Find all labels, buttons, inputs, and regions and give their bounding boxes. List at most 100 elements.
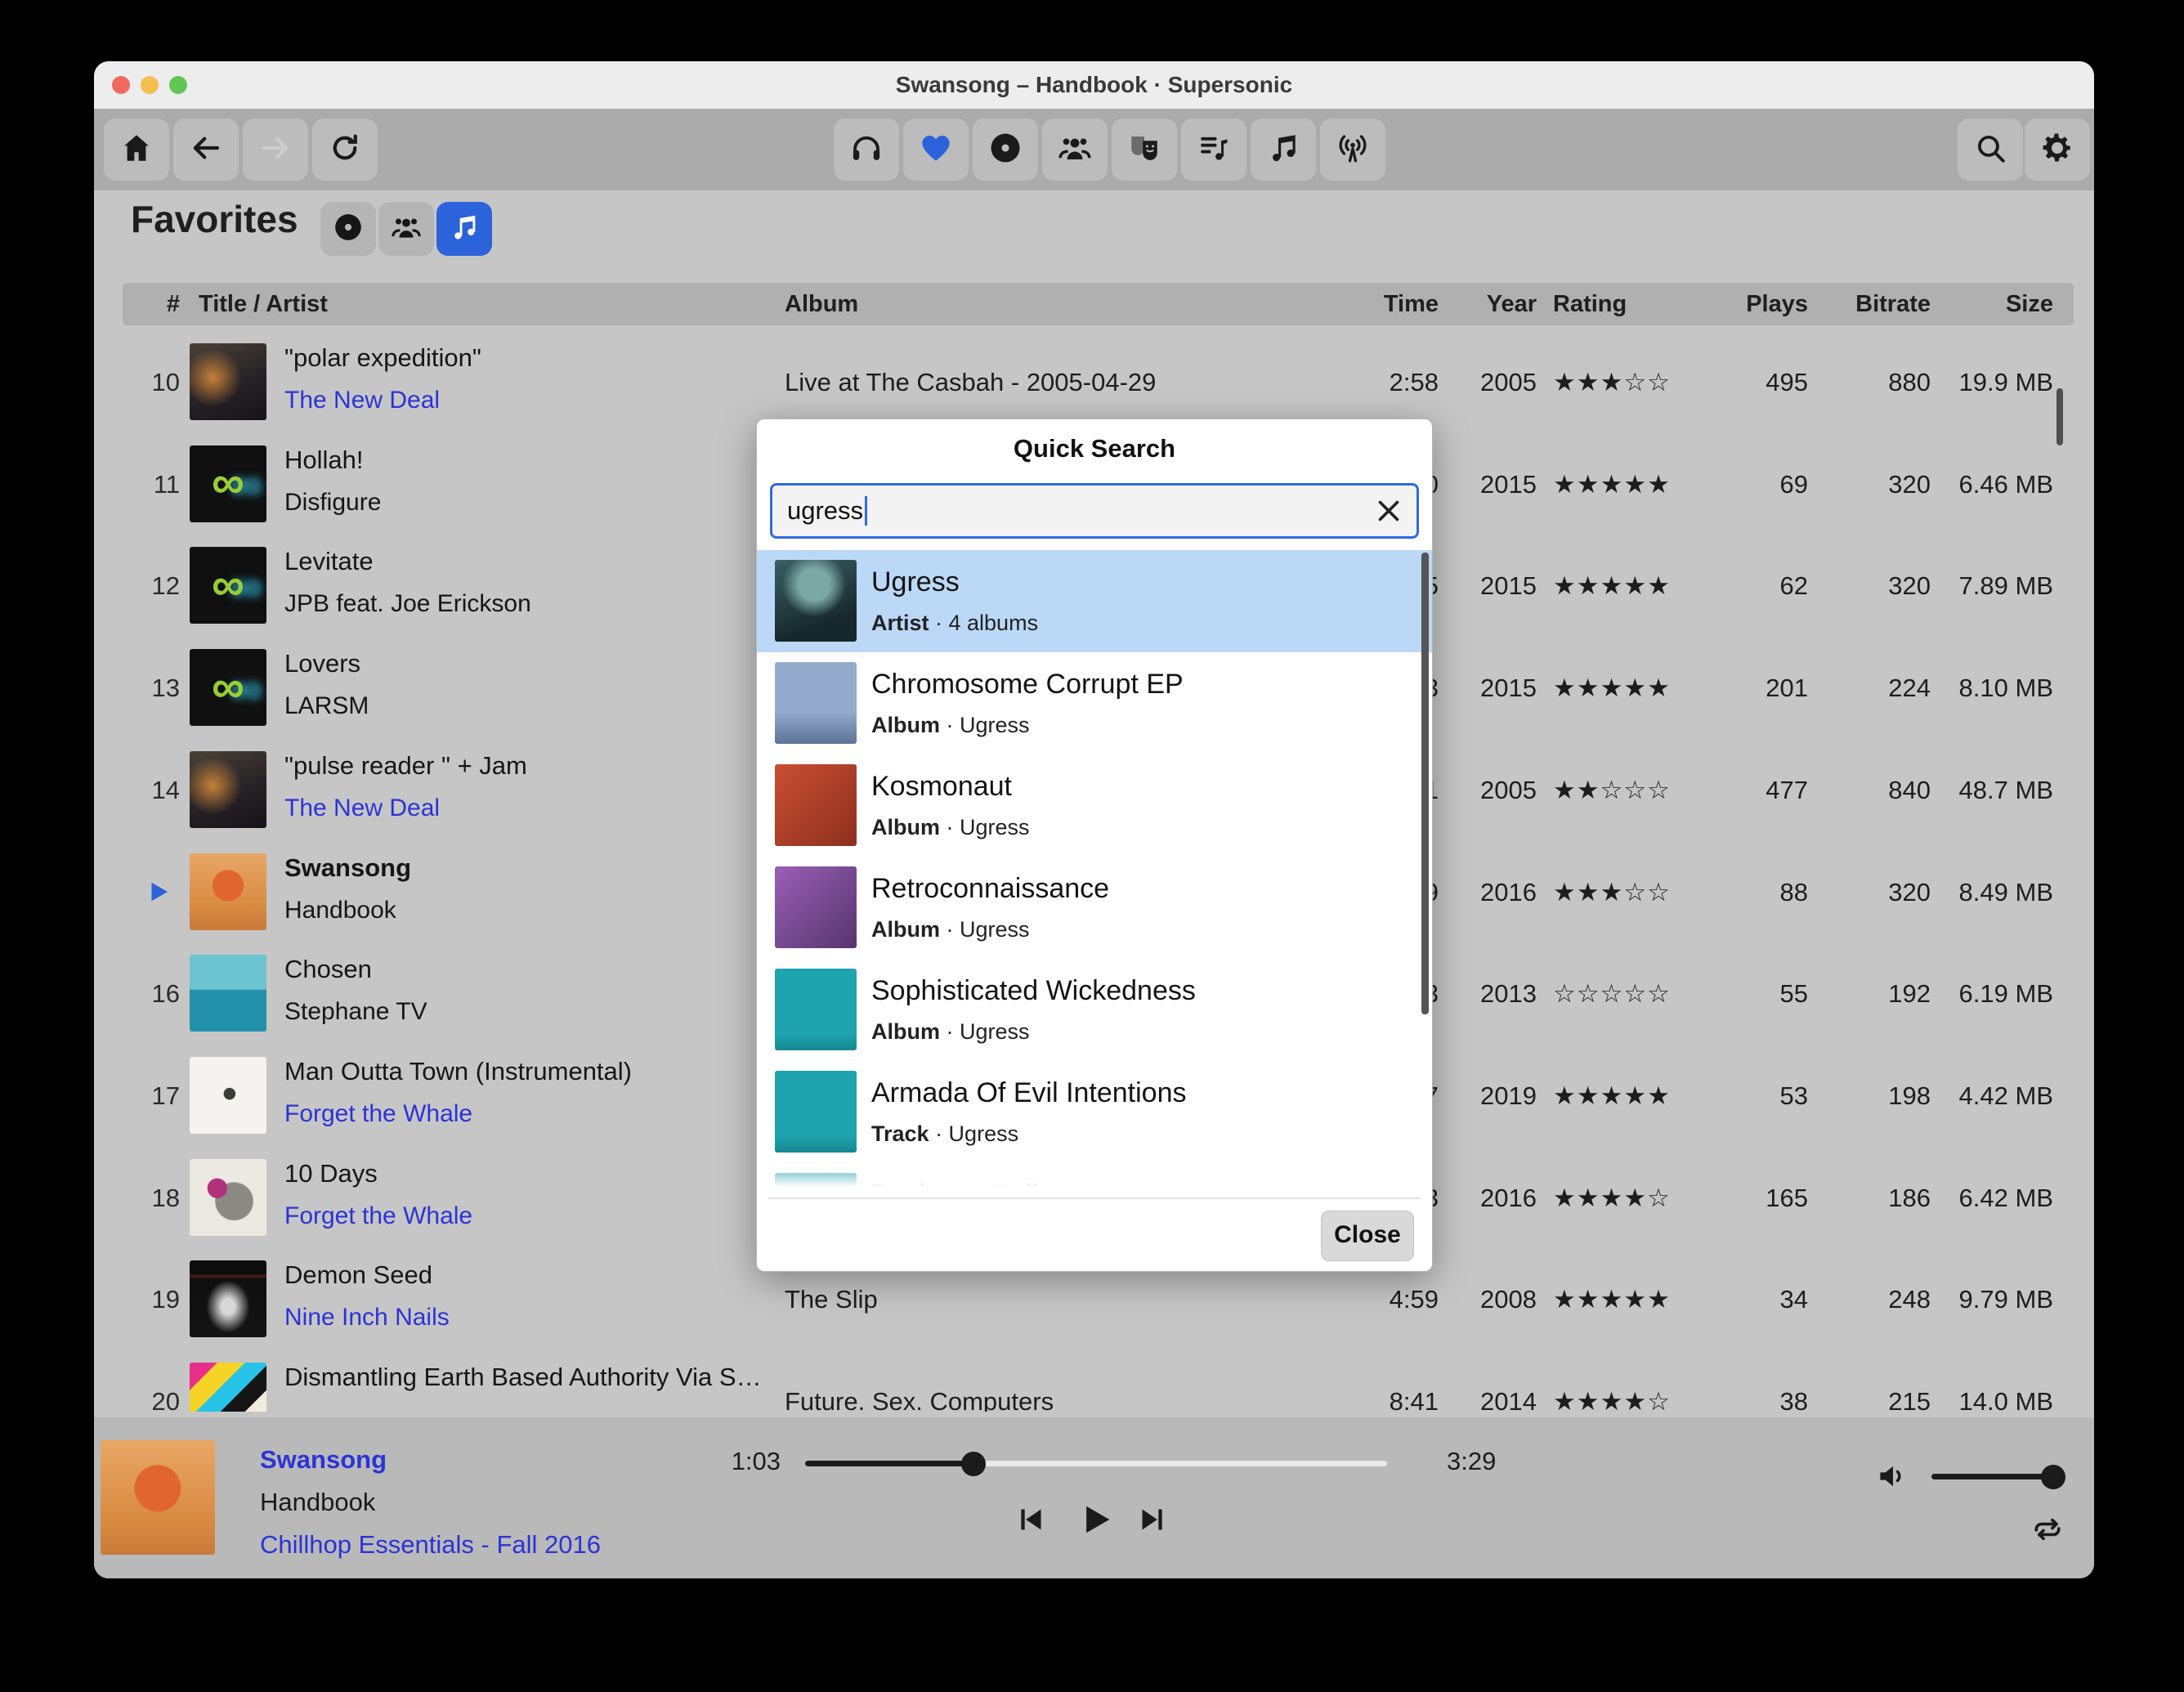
volume-knob[interactable] [2041,1465,2065,1489]
track-main: Hollah!Disfigure [284,445,767,518]
volume-icon[interactable] [1875,1458,1911,1494]
note-icon [1266,131,1300,169]
back-button[interactable] [173,119,239,181]
toolbar [94,109,2094,190]
album-art [190,955,266,1032]
nav-albums-button[interactable] [973,119,1038,181]
close-dialog-button[interactable]: Close [1321,1211,1414,1261]
table-scrollbar[interactable] [2056,388,2063,445]
repeat-button[interactable] [2030,1511,2065,1547]
track-main: Demon SeedNine Inch Nails [284,1260,767,1333]
nav-genres-button[interactable] [1112,119,1177,181]
result-thumbnail [775,764,857,846]
volume-slider[interactable] [1931,1474,2065,1479]
album-art [190,445,266,522]
result-title: Retroconnaissance [871,873,1109,905]
track-size: 4.42 MB [1913,1045,2053,1147]
search-result-item[interactable]: KosmonautAlbum · Ugress [757,754,1432,857]
result-thumbnail [775,662,857,744]
table-row[interactable]: 20 Dismantling Earth Based Authority Via … [94,1350,2094,1412]
column-header-album[interactable]: Album [785,283,1357,325]
track-size: 14.0 MB [1913,1350,2053,1412]
nav-now-playing-button[interactable] [834,119,899,181]
track-artist[interactable]: Nine Inch Nails [284,1302,767,1333]
gear-icon [2040,131,2074,169]
track-artist[interactable]: The New Deal [284,385,767,416]
track-main: SwansongHandbook [284,853,767,926]
album-art [190,1159,266,1236]
track-year: 2008 [1471,1248,1537,1350]
column-header-time[interactable]: Time [1324,283,1439,325]
column-header-year[interactable]: Year [1471,283,1537,325]
column-header-size[interactable]: Size [1913,283,2053,325]
search-results-list: UgressArtist · 4 albumsChromosome Corrup… [757,550,1432,1192]
search-result-item[interactable]: Sophisticated Wickedness Album · Ugress [757,959,1432,1061]
clear-search-icon[interactable] [1374,496,1403,526]
track-number: 20 [114,1350,180,1412]
search-result-item[interactable]: Armada Of Evil IntentionsTrack · Ugress [757,1061,1432,1163]
disc-icon [988,131,1023,169]
play-button[interactable] [1074,1498,1117,1541]
nav-radio-button[interactable] [1320,119,1385,181]
previous-button[interactable] [1014,1503,1047,1536]
disc-icon [333,212,364,247]
track-plays: 53 [1710,1045,1808,1147]
total-time: 3:29 [1447,1447,1496,1476]
track-artist: LARSM [284,691,767,722]
result-subtitle: Album · Ugress [871,1019,1030,1045]
favorites-toggle-artists[interactable] [378,202,434,256]
text-cursor [865,496,867,526]
settings-button[interactable] [2025,119,2090,181]
playing-indicator-icon [143,877,172,906]
search-input[interactable]: ugress [770,483,1419,539]
track-artist: JPB feat. Joe Erickson [284,589,767,620]
search-result-item[interactable]: UgressArtist · 4 albums [757,550,1432,652]
track-artist[interactable]: Forget the Whale [284,1201,767,1232]
now-playing-album[interactable]: Chillhop Essentials - Fall 2016 [260,1529,601,1561]
forward-button[interactable] [243,119,308,181]
search-result-item[interactable]: Chromosome Corrupt EPAlbum · Ugress [757,652,1432,754]
result-title: Sophisticated Wickedness [871,975,1196,1007]
refresh-icon [328,131,362,169]
search-result-item[interactable]: RetroconnaissanceAlbum · Ugress [757,857,1432,959]
track-year: 2013 [1471,942,1537,1045]
favorites-toggle-songs[interactable] [436,202,492,256]
album-art [190,1260,266,1337]
track-artist: Disfigure [284,487,767,518]
result-title: Chromosome Corrupt EP [871,669,1184,701]
home-button[interactable] [104,119,169,181]
masks-icon [1127,131,1161,169]
album-link[interactable]: Future. Sex. Computers [785,1350,1357,1412]
column-header-htitle[interactable]: Title / Artist [199,283,328,325]
people-icon [1058,131,1092,169]
favorites-toggle-albums[interactable] [320,202,376,256]
result-thumbnail [775,969,857,1050]
track-title: Dismantling Earth Based Authority Via Sa… [284,1362,767,1393]
track-year: 2005 [1471,739,1537,841]
search-input-value: ugress [787,486,863,536]
track-artist: Stephane TV [284,996,767,1027]
seek-slider[interactable] [805,1461,1387,1466]
nav-playlists-button[interactable] [1181,119,1246,181]
nav-artists-button[interactable] [1042,119,1108,181]
track-year: 2016 [1471,841,1537,943]
search-button[interactable] [1958,119,2023,181]
result-title: Ugress [871,566,960,598]
track-artist[interactable]: The New Deal [284,793,767,824]
now-playing-title[interactable]: Swansong [260,1444,387,1476]
track-main: LevitateJPB feat. Joe Erickson [284,546,767,620]
refresh-button[interactable] [312,119,378,181]
nav-favorites-button[interactable] [903,119,969,181]
results-scrollbar[interactable] [1421,553,1429,1014]
nav-tracks-button[interactable] [1251,119,1316,181]
track-size: 6.42 MB [1913,1147,2053,1249]
track-size: 6.46 MB [1913,433,2053,535]
track-artist[interactable]: Forget the Whale [284,1099,767,1130]
home-icon [119,131,154,169]
column-header-num[interactable]: # [114,283,180,325]
seek-knob[interactable] [961,1452,986,1476]
column-header-plays[interactable]: Plays [1710,283,1808,325]
track-size: 48.7 MB [1913,739,2053,841]
next-button[interactable] [1136,1503,1169,1536]
track-plays: 69 [1710,433,1808,535]
